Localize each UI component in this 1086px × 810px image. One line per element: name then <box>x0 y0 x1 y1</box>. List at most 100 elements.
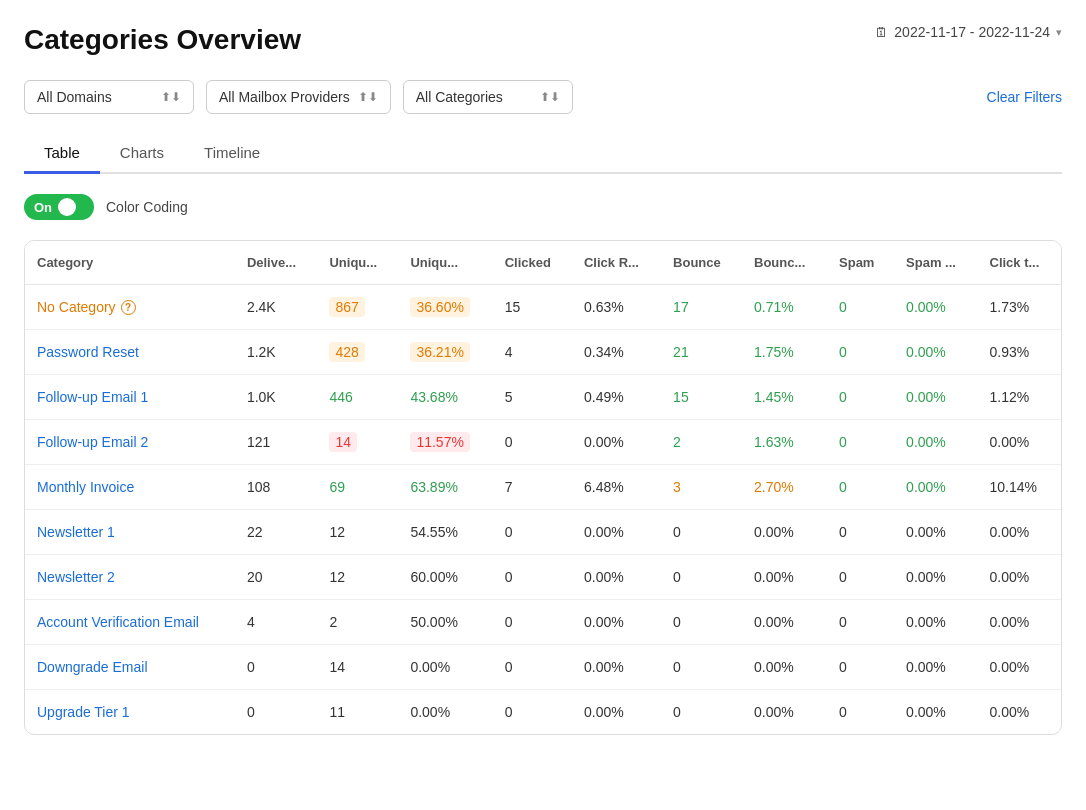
cell-click-to: 0.00% <box>978 690 1062 735</box>
cell-bounce-rate: 0.00% <box>742 600 827 645</box>
cell-delivered: 20 <box>235 555 318 600</box>
category-link[interactable]: Follow-up Email 2 <box>37 434 148 450</box>
cell-bounce-rate: 1.63% <box>742 420 827 465</box>
cell-unique2: 60.00% <box>398 555 492 600</box>
tab-timeline[interactable]: Timeline <box>184 134 280 174</box>
table-row: Follow-up Email 11.0K44643.68%50.49%151.… <box>25 375 1061 420</box>
cell-click-rate: 0.49% <box>572 375 661 420</box>
cell-click-to: 0.93% <box>978 330 1062 375</box>
table-row: Monthly Invoice1086963.89%76.48%32.70%00… <box>25 465 1061 510</box>
cell-unique2: 63.89% <box>398 465 492 510</box>
cell-delivered: 1.2K <box>235 330 318 375</box>
cell-clicked: 0 <box>493 510 572 555</box>
cell-spam-rate: 0.00% <box>894 600 977 645</box>
category-link[interactable]: Monthly Invoice <box>37 479 134 495</box>
color-coding-toggle[interactable]: On <box>24 194 94 220</box>
cell-spam-rate: 0.00% <box>894 420 977 465</box>
cell-click-rate: 0.63% <box>572 285 661 330</box>
cell-click-rate: 6.48% <box>572 465 661 510</box>
calendar-icon: 🗓 <box>875 25 888 40</box>
category-link[interactable]: Newsletter 1 <box>37 524 115 540</box>
cell-unique1: 12 <box>317 555 398 600</box>
category-link[interactable]: Password Reset <box>37 344 139 360</box>
clear-filters-button[interactable]: Clear Filters <box>987 89 1062 105</box>
cell-spam-rate: 0.00% <box>894 330 977 375</box>
cell-spam-rate: 0.00% <box>894 285 977 330</box>
cell-click-rate: 0.34% <box>572 330 661 375</box>
cell-bounce-rate: 2.70% <box>742 465 827 510</box>
cell-unique1: 14 <box>317 420 398 465</box>
cell-bounce: 0 <box>661 600 742 645</box>
category-link[interactable]: Upgrade Tier 1 <box>37 704 130 720</box>
category-link[interactable]: Downgrade Email <box>37 659 148 675</box>
cell-unique2: 36.60% <box>398 285 492 330</box>
col-category: Category <box>25 241 235 285</box>
category-link[interactable]: Follow-up Email 1 <box>37 389 148 405</box>
domains-filter-label: All Domains <box>37 89 112 105</box>
cell-spam-rate: 0.00% <box>894 465 977 510</box>
cell-clicked: 0 <box>493 555 572 600</box>
col-delivered: Delive... <box>235 241 318 285</box>
cell-spam-rate: 0.00% <box>894 690 977 735</box>
date-range-value: 2022-11-17 - 2022-11-24 <box>894 24 1050 40</box>
cell-bounce-rate: 1.45% <box>742 375 827 420</box>
cell-bounce: 3 <box>661 465 742 510</box>
color-coding-row: On Color Coding <box>24 194 1062 220</box>
cell-clicked: 0 <box>493 690 572 735</box>
category-link[interactable]: Account Verification Email <box>37 614 199 630</box>
col-spam: Spam <box>827 241 894 285</box>
categories-filter-arrow: ⬆⬇ <box>540 90 560 104</box>
cell-bounce-rate: 0.00% <box>742 690 827 735</box>
col-click-to: Click t... <box>978 241 1062 285</box>
cell-delivered: 121 <box>235 420 318 465</box>
cell-click-to: 1.12% <box>978 375 1062 420</box>
col-unique1: Uniqu... <box>317 241 398 285</box>
cell-unique2: 0.00% <box>398 645 492 690</box>
tab-table[interactable]: Table <box>24 134 100 174</box>
cell-click-rate: 0.00% <box>572 645 661 690</box>
cell-unique2: 50.00% <box>398 600 492 645</box>
cell-clicked: 0 <box>493 600 572 645</box>
col-click-rate: Click R... <box>572 241 661 285</box>
cell-spam: 0 <box>827 555 894 600</box>
col-unique2: Uniqu... <box>398 241 492 285</box>
no-category-link[interactable]: No Category ? <box>37 299 223 315</box>
category-link[interactable]: Newsletter 2 <box>37 569 115 585</box>
table-row: Newsletter 1221254.55%00.00%00.00%00.00%… <box>25 510 1061 555</box>
categories-filter-label: All Categories <box>416 89 503 105</box>
table-row: No Category ?2.4K86736.60%150.63%170.71%… <box>25 285 1061 330</box>
cell-unique1: 14 <box>317 645 398 690</box>
cell-bounce: 0 <box>661 510 742 555</box>
cell-delivered: 0 <box>235 645 318 690</box>
cell-click-to: 0.00% <box>978 555 1062 600</box>
cell-bounce-rate: 0.71% <box>742 285 827 330</box>
cell-unique2: 0.00% <box>398 690 492 735</box>
mailbox-filter[interactable]: All Mailbox Providers ⬆⬇ <box>206 80 391 114</box>
date-range-selector[interactable]: 🗓 2022-11-17 - 2022-11-24 ▾ <box>875 24 1062 40</box>
cell-spam-rate: 0.00% <box>894 555 977 600</box>
cell-clicked: 0 <box>493 420 572 465</box>
cell-spam: 0 <box>827 600 894 645</box>
cell-delivered: 1.0K <box>235 375 318 420</box>
cell-spam: 0 <box>827 375 894 420</box>
cell-delivered: 22 <box>235 510 318 555</box>
domains-filter[interactable]: All Domains ⬆⬇ <box>24 80 194 114</box>
cell-spam-rate: 0.00% <box>894 510 977 555</box>
cell-spam: 0 <box>827 420 894 465</box>
cell-bounce: 0 <box>661 645 742 690</box>
color-coding-label: Color Coding <box>106 199 188 215</box>
cell-spam: 0 <box>827 285 894 330</box>
cell-unique1: 428 <box>317 330 398 375</box>
table-header-row: Category Delive... Uniqu... Uniqu... Cli… <box>25 241 1061 285</box>
table-row: Account Verification Email4250.00%00.00%… <box>25 600 1061 645</box>
tab-charts[interactable]: Charts <box>100 134 184 174</box>
col-spam-rate: Spam ... <box>894 241 977 285</box>
cell-delivered: 4 <box>235 600 318 645</box>
categories-filter[interactable]: All Categories ⬆⬇ <box>403 80 573 114</box>
cell-clicked: 15 <box>493 285 572 330</box>
cell-clicked: 4 <box>493 330 572 375</box>
cell-bounce: 0 <box>661 555 742 600</box>
cell-click-to: 0.00% <box>978 510 1062 555</box>
cell-click-rate: 0.00% <box>572 510 661 555</box>
cell-bounce: 21 <box>661 330 742 375</box>
